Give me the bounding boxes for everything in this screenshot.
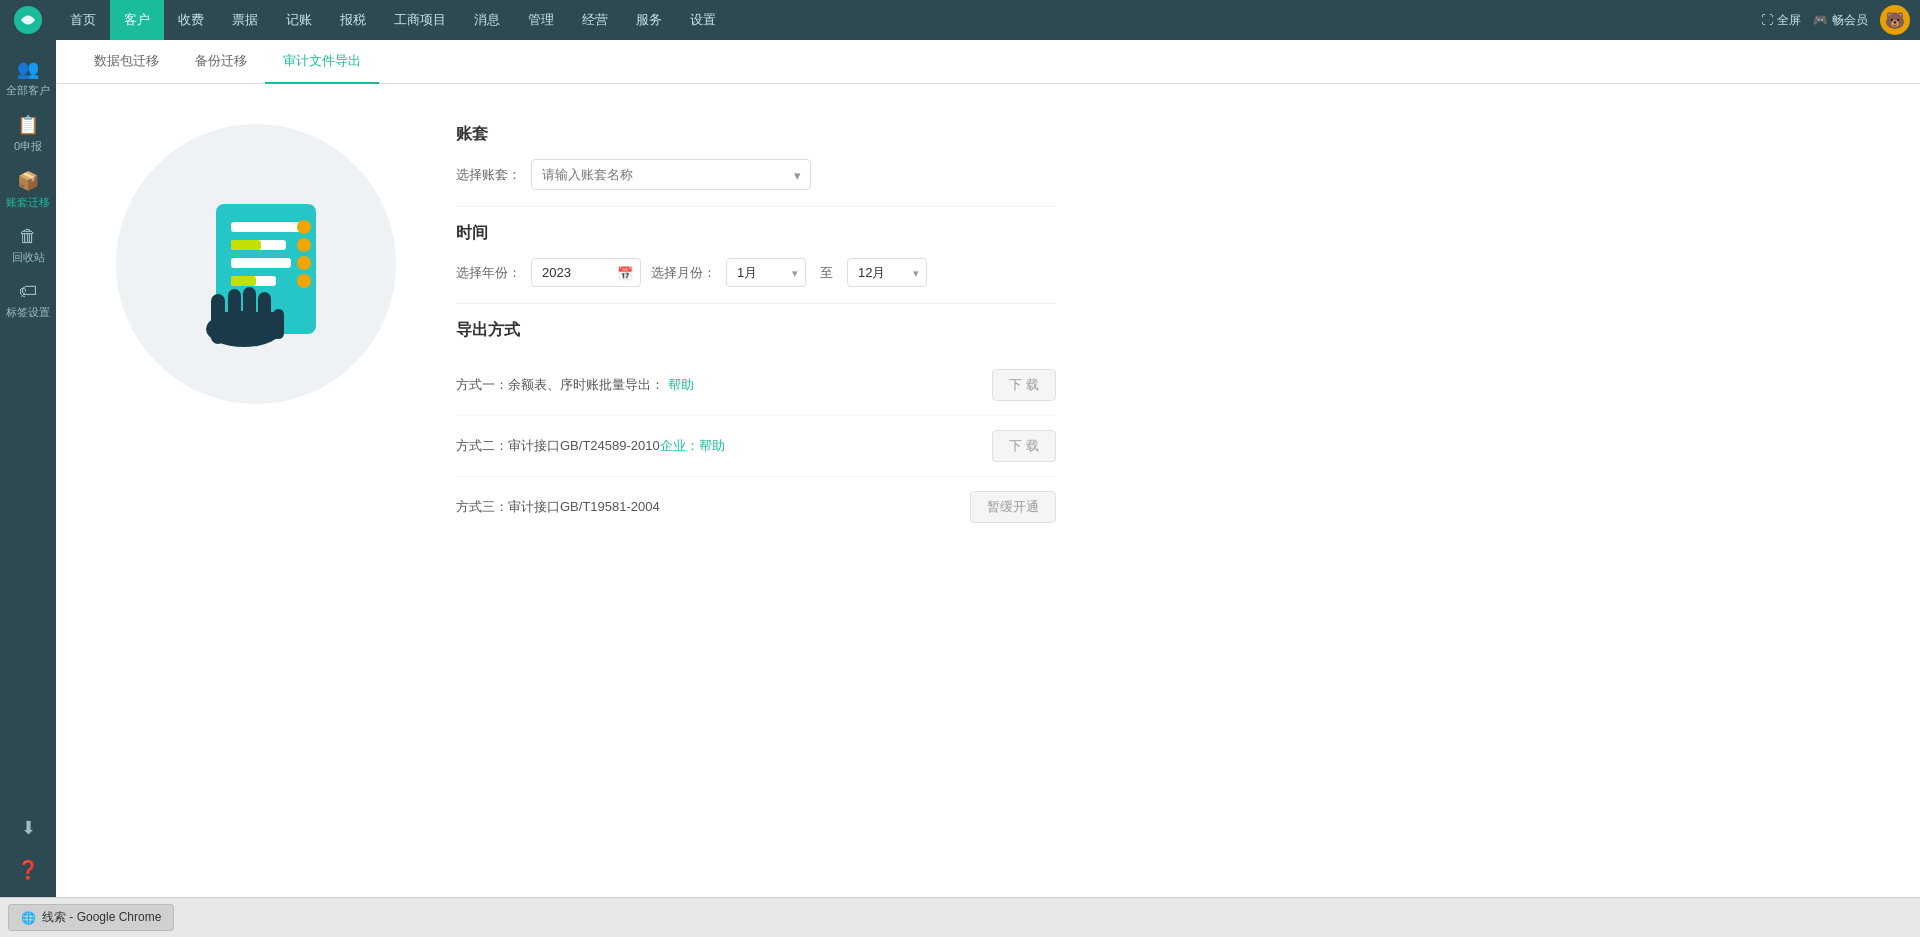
fullscreen-button[interactable]: ⛶ 全屏 (1761, 12, 1801, 29)
svg-rect-2 (231, 222, 301, 232)
account-row: 选择账套： (456, 159, 1056, 190)
form-area: 账套 选择账套： 时间 选择年份： 选择月份： (456, 124, 1056, 857)
page-content: 账套 选择账套： 时间 选择年份： 选择月份： (56, 84, 1920, 897)
method3-row: 方式三：审计接口GB/T19581-2004 暂缓开通 (456, 477, 1056, 537)
member-button[interactable]: 🎮 畅会员 (1813, 12, 1868, 29)
time-row: 选择年份： 选择月份： 1月2月3月 4月5月6月 7月8月9月 10月11月1… (456, 258, 1056, 287)
sidebar-item-all-customers-label: 全部客户 (6, 83, 50, 98)
time-section-title: 时间 (456, 223, 1056, 244)
taskbar-chrome-item[interactable]: 🌐 线索 - Google Chrome (8, 904, 174, 931)
avatar[interactable]: 🐻 (1880, 5, 1910, 35)
year-input[interactable] (531, 258, 641, 287)
nav-message[interactable]: 消息 (460, 0, 514, 40)
taskbar-item-label: 线索 - Google Chrome (42, 909, 161, 926)
svg-rect-4 (231, 258, 291, 268)
all-customers-icon: 👥 (17, 58, 39, 80)
start-month-select[interactable]: 1月2月3月 4月5月6月 7月8月9月 10月11月12月 (726, 258, 806, 287)
member-icon: 🎮 (1813, 13, 1828, 27)
to-label: 至 (816, 264, 837, 282)
fullscreen-icon: ⛶ (1761, 13, 1773, 27)
illustration-svg (156, 164, 356, 364)
tab-backup-migrate[interactable]: 备份迁移 (177, 40, 265, 84)
avatar-icon: 🐻 (1885, 11, 1905, 30)
method2-text: 方式二：审计接口GB/T24589-2010企业：帮助 (456, 437, 982, 455)
sidebar: 👥 全部客户 📋 0申报 📦 账套迁移 🗑 回收站 🏷 标签设置 ⬇ ❓ (0, 40, 56, 897)
method2-download-button[interactable]: 下 载 (992, 430, 1056, 462)
chrome-icon: 🌐 (21, 911, 36, 925)
nav-business[interactable]: 工商项目 (380, 0, 460, 40)
nav-service[interactable]: 服务 (622, 0, 676, 40)
account-input[interactable] (531, 159, 811, 190)
method1-row: 方式一：余额表、序时账批量导出： 帮助 下 载 (456, 355, 1056, 416)
method2-help-link[interactable]: ：帮助 (686, 438, 725, 453)
svg-rect-11 (231, 276, 256, 286)
method1-text: 方式一：余额表、序时账批量导出： 帮助 (456, 376, 982, 394)
method3-open-button[interactable]: 暂缓开通 (970, 491, 1056, 523)
export-section-title: 导出方式 (456, 320, 1056, 341)
app-logo (10, 2, 46, 38)
method3-text: 方式三：审计接口GB/T19581-2004 (456, 498, 960, 516)
start-month-wrapper: 1月2月3月 4月5月6月 7月8月9月 10月11月12月 (726, 258, 806, 287)
nav-home[interactable]: 首页 (56, 0, 110, 40)
sidebar-item-recycle-label: 回收站 (12, 250, 45, 265)
tag-settings-icon: 🏷 (19, 281, 37, 302)
year-input-wrapper (531, 258, 641, 287)
sidebar-item-tag-settings[interactable]: 🏷 标签设置 (0, 273, 56, 328)
svg-point-6 (297, 220, 311, 234)
sidebar-item-all-customers[interactable]: 👥 全部客户 (0, 50, 56, 106)
nav-billing[interactable]: 收费 (164, 0, 218, 40)
svg-point-8 (297, 256, 311, 270)
sidebar-bottom: ⬇ ❓ (11, 811, 45, 897)
svg-point-9 (297, 274, 311, 288)
method1-help-link[interactable]: 帮助 (668, 377, 694, 392)
top-nav: 首页 客户 收费 票据 记账 报税 工商项目 消息 管理 经营 服务 设置 ⛶ … (0, 0, 1920, 40)
recycle-icon: 🗑 (19, 226, 37, 247)
divider-1 (456, 206, 1056, 207)
nav-bookkeeping[interactable]: 记账 (272, 0, 326, 40)
zero-declare-icon: 📋 (17, 114, 39, 136)
divider-2 (456, 303, 1056, 304)
sidebar-item-account-migrate[interactable]: 📦 账套迁移 (0, 162, 56, 218)
sidebar-item-recycle[interactable]: 🗑 回收站 (0, 218, 56, 273)
svg-point-7 (297, 238, 311, 252)
sidebar-item-zero-declare[interactable]: 📋 0申报 (0, 106, 56, 162)
main-wrapper: 👥 全部客户 📋 0申报 📦 账套迁移 🗑 回收站 🏷 标签设置 ⬇ ❓ 数据包… (0, 40, 1920, 897)
taskbar: 🌐 线索 - Google Chrome (0, 897, 1920, 937)
svg-rect-18 (211, 312, 284, 337)
method1-download-button[interactable]: 下 载 (992, 369, 1056, 401)
nav-settings[interactable]: 设置 (676, 0, 730, 40)
sidebar-question-icon[interactable]: ❓ (11, 853, 45, 887)
account-label: 选择账套： (456, 166, 521, 184)
nav-customer[interactable]: 客户 (110, 0, 164, 40)
month-label: 选择月份： (651, 264, 716, 282)
illustration (116, 124, 396, 404)
sidebar-item-zero-declare-label: 0申报 (14, 139, 42, 154)
account-migrate-icon: 📦 (17, 170, 39, 192)
method2-row: 方式二：审计接口GB/T24589-2010企业：帮助 下 载 (456, 416, 1056, 477)
end-month-wrapper: 1月2月3月 4月5月6月 7月8月9月 10月11月12月 (847, 258, 927, 287)
nav-operation[interactable]: 经营 (568, 0, 622, 40)
content-area: 数据包迁移 备份迁移 审计文件导出 (56, 40, 1920, 897)
nav-tax[interactable]: 报税 (326, 0, 380, 40)
svg-rect-10 (231, 240, 261, 250)
tab-data-migrate[interactable]: 数据包迁移 (76, 40, 177, 84)
account-select-wrapper (531, 159, 811, 190)
nav-manage[interactable]: 管理 (514, 0, 568, 40)
tab-audit-export[interactable]: 审计文件导出 (265, 40, 379, 84)
end-month-select[interactable]: 1月2月3月 4月5月6月 7月8月9月 10月11月12月 (847, 258, 927, 287)
sidebar-item-account-migrate-label: 账套迁移 (6, 195, 50, 210)
nav-items: 首页 客户 收费 票据 记账 报税 工商项目 消息 管理 经营 服务 设置 (56, 0, 1761, 40)
sidebar-download-icon[interactable]: ⬇ (15, 811, 42, 845)
account-section-title: 账套 (456, 124, 1056, 145)
year-label: 选择年份： (456, 264, 521, 282)
tab-bar: 数据包迁移 备份迁移 审计文件导出 (56, 40, 1920, 84)
sidebar-item-tag-settings-label: 标签设置 (6, 305, 50, 320)
nav-invoice[interactable]: 票据 (218, 0, 272, 40)
top-nav-right: ⛶ 全屏 🎮 畅会员 🐻 (1761, 5, 1910, 35)
method2-company: 企业 (660, 438, 686, 453)
